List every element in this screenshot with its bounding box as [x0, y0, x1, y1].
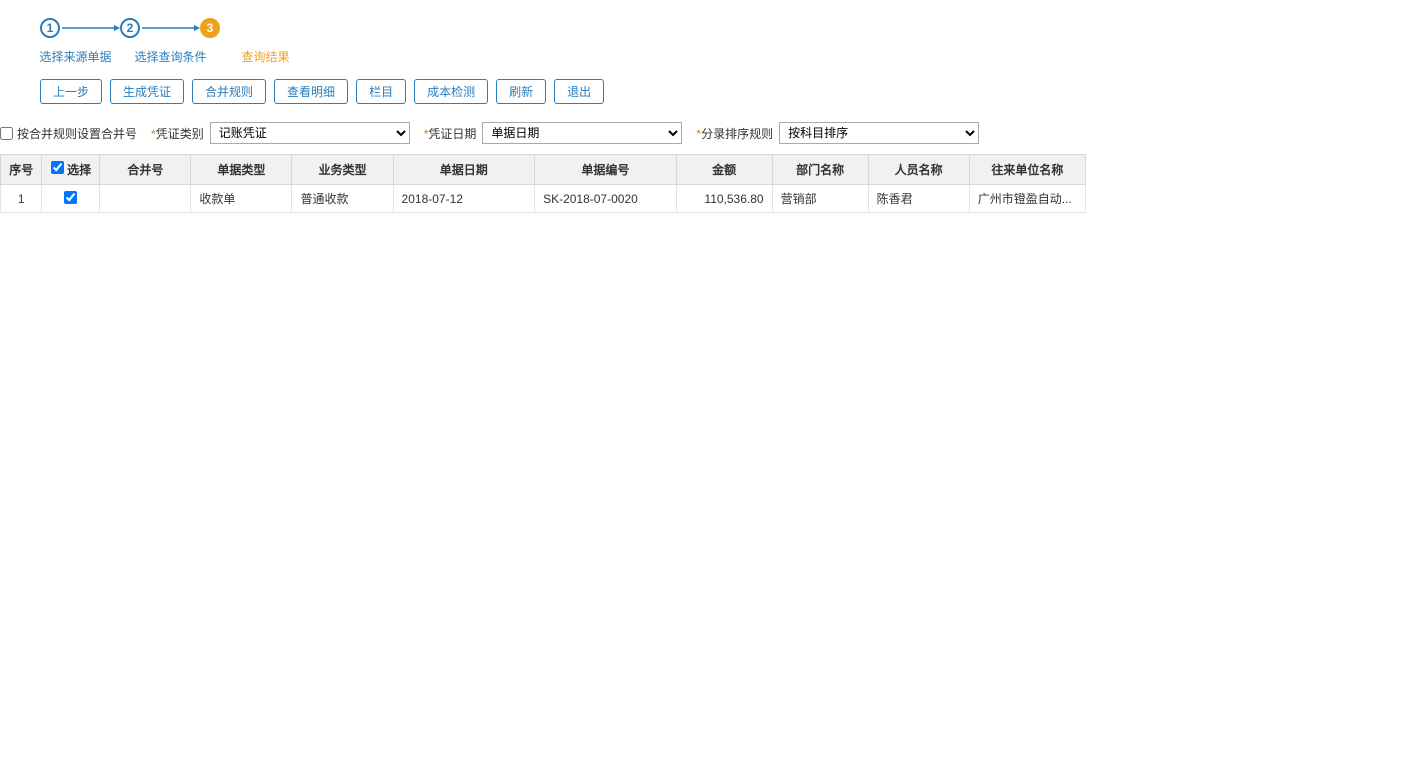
exit-button[interactable]: 退出: [554, 79, 604, 104]
cell-biz-type: 普通收款: [292, 185, 393, 213]
step-3-circle[interactable]: 3: [200, 18, 220, 38]
voucher-type-label: *凭证类别: [151, 125, 204, 142]
col-biz-type[interactable]: 业务类型: [292, 155, 393, 185]
cost-check-button[interactable]: 成本检测: [414, 79, 488, 104]
result-table: 序号 选择 合并号 单据类型 业务类型 单据日期 单据编号 金额 部门名称 人员…: [0, 154, 1086, 213]
cell-seq: 1: [1, 185, 42, 213]
cell-doc-type: 收款单: [191, 185, 292, 213]
col-party-name[interactable]: 往来单位名称: [969, 155, 1085, 185]
cell-merge-no: [100, 185, 191, 213]
step-arrow-icon: [60, 18, 120, 38]
table-header-row: 序号 选择 合并号 单据类型 业务类型 单据日期 单据编号 金额 部门名称 人员…: [1, 155, 1086, 185]
col-seq[interactable]: 序号: [1, 155, 42, 185]
col-amount[interactable]: 金额: [676, 155, 772, 185]
col-merge-no[interactable]: 合并号: [100, 155, 191, 185]
merge-rule-checkbox-text: 按合并规则设置合并号: [17, 125, 137, 142]
step-labels: 选择来源单据 选择查询条件 查询结果: [0, 46, 1415, 79]
entry-sort-select[interactable]: 按科目排序: [779, 122, 979, 144]
step-arrow-icon: [140, 18, 200, 38]
cell-party-name: 广州市镫盈自动...: [969, 185, 1085, 213]
step-1-circle[interactable]: 1: [40, 18, 60, 38]
col-doc-no[interactable]: 单据编号: [535, 155, 677, 185]
voucher-date-label: *凭证日期: [424, 125, 477, 142]
col-doc-date[interactable]: 单据日期: [393, 155, 535, 185]
col-select[interactable]: 选择: [42, 155, 100, 185]
merge-rule-checkbox-label[interactable]: 按合并规则设置合并号: [0, 125, 137, 142]
col-select-label: 选择: [67, 163, 91, 177]
view-detail-button[interactable]: 查看明细: [274, 79, 348, 104]
toolbar: 上一步 生成凭证 合并规则 查看明细 栏目 成本检测 刷新 退出: [0, 79, 1415, 122]
generate-voucher-button[interactable]: 生成凭证: [110, 79, 184, 104]
step-2-circle[interactable]: 2: [120, 18, 140, 38]
col-person[interactable]: 人员名称: [868, 155, 969, 185]
merge-rule-button[interactable]: 合并规则: [192, 79, 266, 104]
voucher-date-group: *凭证日期 单据日期: [424, 122, 683, 144]
step-indicator: 1 2 3: [0, 0, 1415, 46]
voucher-type-group: *凭证类别 记账凭证: [151, 122, 410, 144]
voucher-type-select[interactable]: 记账凭证: [210, 122, 410, 144]
cell-select[interactable]: [42, 185, 100, 213]
prev-button[interactable]: 上一步: [40, 79, 102, 104]
select-all-checkbox[interactable]: [51, 161, 64, 174]
cell-amount: 110,536.80: [676, 185, 772, 213]
cell-doc-date: 2018-07-12: [393, 185, 535, 213]
step-1-label: 选择来源单据: [28, 48, 123, 65]
entry-sort-label: *分录排序规则: [696, 125, 773, 142]
column-button[interactable]: 栏目: [356, 79, 406, 104]
cell-person: 陈香君: [868, 185, 969, 213]
cell-doc-no: SK-2018-07-0020: [535, 185, 677, 213]
cell-dept: 营销部: [772, 185, 868, 213]
merge-rule-checkbox[interactable]: [0, 127, 13, 140]
step-3-label: 查询结果: [218, 48, 313, 65]
entry-sort-group: *分录排序规则 按科目排序: [696, 122, 979, 144]
col-doc-type[interactable]: 单据类型: [191, 155, 292, 185]
step-2-label: 选择查询条件: [123, 48, 218, 65]
refresh-button[interactable]: 刷新: [496, 79, 546, 104]
table-row[interactable]: 1 收款单 普通收款 2018-07-12 SK-2018-07-0020 11…: [1, 185, 1086, 213]
voucher-date-select[interactable]: 单据日期: [482, 122, 682, 144]
row-select-checkbox[interactable]: [64, 191, 77, 204]
filter-bar: 按合并规则设置合并号 *凭证类别 记账凭证 *凭证日期 单据日期 *分录排序规则…: [0, 122, 1415, 154]
col-dept[interactable]: 部门名称: [772, 155, 868, 185]
